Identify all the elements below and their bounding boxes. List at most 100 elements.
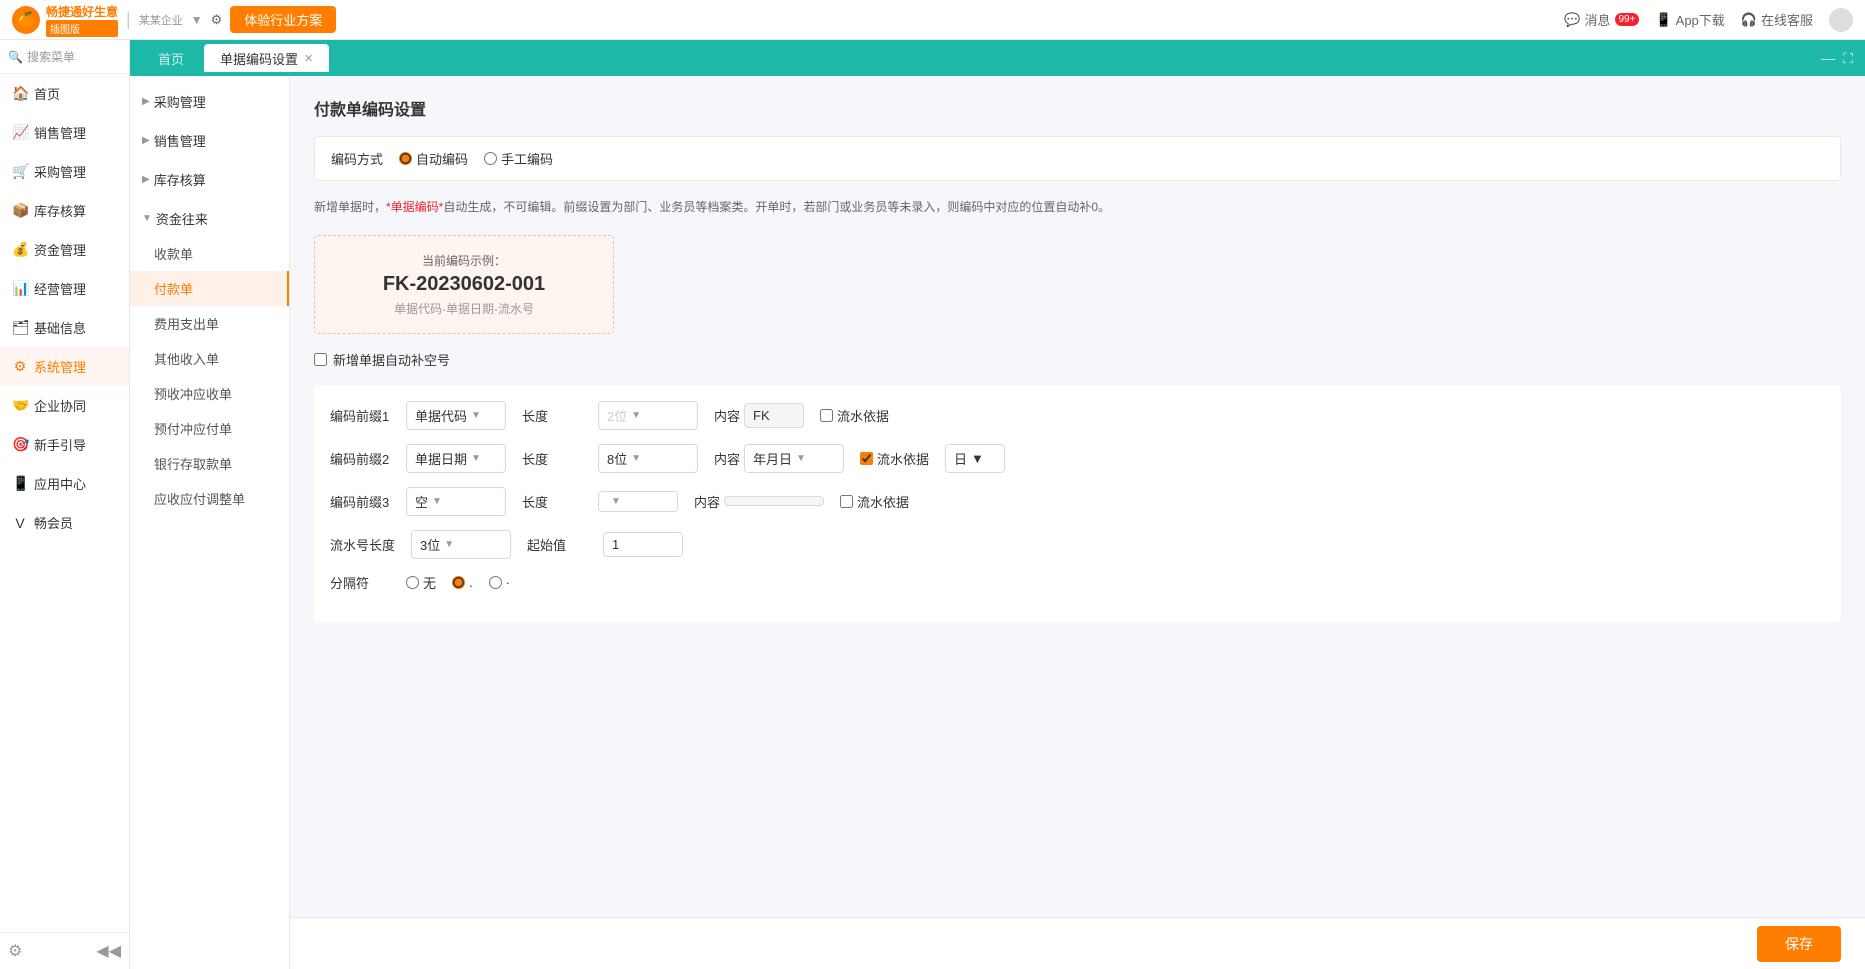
settings-row-serial: 流水号长度 3位 ▼ 起始值 [330, 530, 1825, 559]
settings-row-prefix1: 编码前缀1 单据代码 ▼ 长度 2位 ▼ 内容 [330, 401, 1825, 430]
prefix1-content-value: FK [744, 403, 804, 428]
sub-menu-item-receipt[interactable]: 收款单 [130, 236, 289, 271]
prefix1-length-select[interactable]: 2位 ▼ [598, 401, 698, 430]
tab-encode-settings[interactable]: 单据编码设置 ✕ [204, 44, 329, 72]
auto-fill-checkbox[interactable] [314, 353, 327, 366]
nav-divider: | [126, 9, 131, 30]
sidebar-item-finance[interactable]: 💰 资金管理 [0, 230, 129, 269]
sub-menu-item-bank[interactable]: 银行存取款单 [130, 446, 289, 481]
logo-text: 畅捷通好生意 插图版 [46, 3, 118, 37]
sidebar-search[interactable]: 🔍 搜索菜单 [0, 40, 129, 74]
sidebar-item-operations[interactable]: 📊 经营管理 [0, 269, 129, 308]
sidebar-item-inventory[interactable]: 📦 库存核算 [0, 191, 129, 230]
nav-dropdown[interactable]: ▼ [191, 13, 203, 27]
encode-method-label: 编码方式 [331, 149, 383, 168]
prefix3-select[interactable]: 空 ▼ [406, 487, 506, 516]
main-right: 付款单编码设置 编码方式 自动编码 手工编码 [290, 76, 1865, 969]
prefix3-select-arrow: ▼ [432, 496, 442, 507]
sidebar-item-purchase[interactable]: 🛒 采购管理 [0, 152, 129, 191]
sub-menu-purchase: ▶ 采购管理 [130, 84, 289, 119]
separator-dot[interactable]: . [452, 575, 473, 590]
sidebar-item-apps[interactable]: 📱 应用中心 [0, 464, 129, 503]
prefix2-date-unit-arrow: ▼ [971, 451, 984, 466]
sub-menu-header-sales[interactable]: ▶ 销售管理 [130, 123, 289, 158]
maximize-icon[interactable]: ⛶ [1843, 50, 1853, 67]
logo-icon: 🍊 [12, 6, 40, 34]
prefix1-checkbox[interactable]: 流水依据 [820, 406, 889, 425]
collapse-icon[interactable]: ◀◀ [96, 941, 121, 961]
radio-manual[interactable]: 手工编码 [484, 149, 553, 168]
prefix2-checkbox[interactable]: 流水依据 [860, 449, 929, 468]
prefix2-select-arrow: ▼ [471, 453, 481, 464]
settings-icon[interactable]: ⚙ [211, 12, 223, 28]
prefix2-content-arrow: ▼ [796, 453, 806, 464]
sidebar-item-home[interactable]: 🏠 首页 [0, 74, 129, 113]
sub-menu-item-prepay-recv[interactable]: 预收冲应收单 [130, 376, 289, 411]
prefix2-length-label: 长度 [522, 449, 582, 468]
prefix2-length-arrow: ▼ [631, 453, 641, 464]
prefix3-label: 编码前缀3 [330, 492, 390, 511]
sidebar-item-guide[interactable]: 🎯 新手引导 [0, 425, 129, 464]
prefix2-length-select[interactable]: 8位 ▼ [598, 444, 698, 473]
sidebar-item-member[interactable]: V 畅会员 [0, 503, 129, 542]
prefix2-select[interactable]: 单据日期 ▼ [406, 444, 506, 473]
message-item[interactable]: 💬 消息 99+ [1564, 10, 1639, 29]
sub-menu-item-payment[interactable]: 付款单 [130, 271, 289, 306]
sub-menu-item-prepay-pay[interactable]: 预付冲应付单 [130, 411, 289, 446]
sidebar-footer: ⚙ ◀◀ [0, 932, 129, 969]
radio-auto[interactable]: 自动编码 [399, 149, 468, 168]
system-icon: ⚙ [12, 358, 28, 375]
nav-tenant: 某某企业 [139, 12, 183, 28]
sidebar-item-sales[interactable]: 📈 销售管理 [0, 113, 129, 152]
trial-button[interactable]: 体验行业方案 [230, 6, 336, 33]
separator-dash[interactable]: · [489, 575, 510, 590]
start-value-input[interactable] [603, 532, 683, 557]
prefix2-content-select[interactable]: 年月日 ▼ [744, 444, 844, 473]
sub-menu-sales: ▶ 销售管理 [130, 123, 289, 158]
sub-menu-item-adjustment[interactable]: 应收应付调整单 [130, 481, 289, 516]
info-text: 新增单据时，*单据编码*自动生成，不可编辑。前缀设置为部门、业务员等档案类。开单… [314, 197, 1841, 219]
purchase-icon: 🛒 [12, 163, 28, 180]
app-download-item[interactable]: 📱 App下载 [1655, 10, 1724, 29]
sub-menu-header-inventory[interactable]: ▶ 库存核算 [130, 162, 289, 197]
tab-home[interactable]: 首页 [142, 44, 200, 72]
prefix3-length-select[interactable]: ▼ [598, 491, 678, 512]
settings-footer-icon[interactable]: ⚙ [8, 941, 22, 961]
serial-length-select[interactable]: 3位 ▼ [411, 530, 511, 559]
sidebar-item-basic[interactable]: 🗂 基础信息 [0, 308, 129, 347]
online-service-item[interactable]: 🎧 在线客服 [1741, 10, 1813, 29]
serial-length-label: 流水号长度 [330, 535, 395, 554]
guide-icon: 🎯 [12, 436, 28, 453]
tab-close-encode[interactable]: ✕ [304, 52, 313, 65]
sidebar-item-system[interactable]: ⚙ 系统管理 [0, 347, 129, 386]
sub-menu-header-purchase[interactable]: ▶ 采购管理 [130, 84, 289, 119]
page-title: 付款单编码设置 [314, 96, 1841, 120]
user-avatar[interactable] [1829, 8, 1853, 32]
inventory-icon: 📦 [12, 202, 28, 219]
prefix3-length-label: 长度 [522, 492, 582, 511]
content-area: ▶ 采购管理 ▶ 销售管理 ▶ 库存核算 [130, 76, 1865, 969]
prefix1-select[interactable]: 单据代码 ▼ [406, 401, 506, 430]
basic-icon: 🗂 [12, 319, 28, 336]
encode-method-radio-group: 自动编码 手工编码 [399, 149, 553, 168]
sales-icon: 📈 [12, 124, 28, 141]
operations-icon: 📊 [12, 280, 28, 297]
save-button[interactable]: 保存 [1757, 926, 1841, 962]
settings-row-prefix2: 编码前缀2 单据日期 ▼ 长度 8位 ▼ 内容 [330, 444, 1825, 473]
sub-menu-capital: ▼ 资金往来 收款单 付款单 费用支出单 其他收入单 预收冲应收单 预付冲应付单… [130, 201, 289, 516]
prefix2-date-unit-select[interactable]: 日 ▼ [945, 444, 1005, 473]
separator-none[interactable]: 无 [406, 573, 436, 592]
topbar: 🍊 畅捷通好生意 插图版 | 某某企业 ▼ ⚙ 体验行业方案 💬 消息 99+ … [0, 0, 1865, 40]
separator-label: 分隔符 [330, 573, 390, 592]
code-preview-sub: 单据代码-单据日期-流水号 [339, 300, 589, 317]
sub-menu-item-expense[interactable]: 费用支出单 [130, 306, 289, 341]
prefix1-label: 编码前缀1 [330, 406, 390, 425]
sidebar-item-enterprise[interactable]: 🤝 企业协同 [0, 386, 129, 425]
prefix1-content: 内容 FK [714, 403, 804, 428]
sub-sidebar: ▶ 采购管理 ▶ 销售管理 ▶ 库存核算 [130, 76, 290, 969]
minimize-icon[interactable]: — [1821, 50, 1835, 67]
prefix3-checkbox[interactable]: 流水依据 [840, 492, 909, 511]
sub-menu-header-capital[interactable]: ▼ 资金往来 [130, 201, 289, 236]
separator-row: 分隔符 无 . · [330, 573, 1825, 592]
sub-menu-item-other-income[interactable]: 其他收入单 [130, 341, 289, 376]
